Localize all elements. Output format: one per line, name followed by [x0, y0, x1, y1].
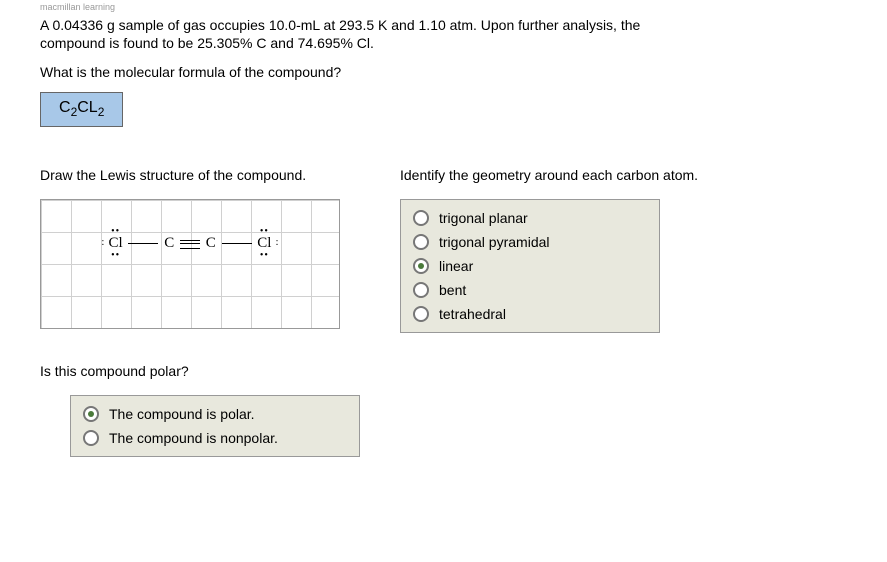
- atom-c-left: C: [164, 235, 174, 251]
- lone-pair-icon: :: [276, 241, 279, 245]
- radio-button[interactable]: [83, 406, 99, 422]
- lewis-grid: [41, 200, 339, 328]
- single-bond-icon: [222, 243, 252, 244]
- lewis-structure: : •• •• Cl C C : •• •• Cl: [41, 235, 339, 252]
- cl-label: Cl: [109, 235, 123, 251]
- formula-value: C2CL2: [59, 99, 104, 116]
- geometry-option-label: trigonal pyramidal: [439, 234, 550, 250]
- polarity-option[interactable]: The compound is polar.: [81, 402, 349, 426]
- geometry-option[interactable]: tetrahedral: [411, 302, 649, 326]
- question-text: What is the molecular formula of the com…: [40, 64, 847, 80]
- single-bond-icon: [128, 243, 158, 244]
- formula-answer-box[interactable]: C2CL2: [40, 92, 123, 126]
- polarity-option[interactable]: The compound is nonpolar.: [81, 426, 349, 450]
- radio-button[interactable]: [83, 430, 99, 446]
- geometry-option[interactable]: trigonal planar: [411, 206, 649, 230]
- radio-button[interactable]: [413, 282, 429, 298]
- radio-button[interactable]: [413, 306, 429, 322]
- geometry-option-label: bent: [439, 282, 466, 298]
- geometry-options: trigonal planar trigonal pyramidal linear b…: [400, 199, 660, 333]
- atom-c-right: C: [206, 235, 216, 251]
- radio-button[interactable]: [413, 210, 429, 226]
- geometry-option[interactable]: linear: [411, 254, 649, 278]
- lone-pair-icon: ••: [260, 226, 269, 237]
- polarity-options: The compound is polar. The compound is no…: [70, 395, 360, 457]
- atom-cl-right: : •• •• Cl: [257, 235, 271, 252]
- cl-label: Cl: [257, 235, 271, 251]
- radio-button[interactable]: [413, 258, 429, 274]
- lone-pair-icon: ••: [111, 226, 120, 237]
- polarity-section-label: Is this compound polar?: [40, 363, 847, 379]
- problem-line1: A 0.04336 g sample of gas occupies 10.0-…: [40, 17, 640, 33]
- problem-line2: compound is found to be 25.305% C and 74…: [40, 35, 374, 51]
- geometry-option-label: linear: [439, 258, 473, 274]
- atom-cl-left: : •• •• Cl: [109, 235, 123, 252]
- lone-pair-icon: :: [102, 241, 105, 245]
- lewis-structure-canvas[interactable]: : •• •• Cl C C : •• •• Cl: [40, 199, 340, 329]
- geometry-option-label: trigonal planar: [439, 210, 528, 226]
- lewis-section-label: Draw the Lewis structure of the compound…: [40, 167, 340, 183]
- radio-button[interactable]: [413, 234, 429, 250]
- lone-pair-icon: ••: [111, 250, 120, 261]
- triple-bond-icon: [180, 243, 200, 244]
- geometry-option[interactable]: bent: [411, 278, 649, 302]
- lone-pair-icon: ••: [260, 250, 269, 261]
- geometry-section-label: Identify the geometry around each carbon…: [400, 167, 698, 183]
- geometry-option-label: tetrahedral: [439, 306, 506, 322]
- polarity-option-label: The compound is polar.: [109, 406, 255, 422]
- polarity-option-label: The compound is nonpolar.: [109, 430, 278, 446]
- problem-statement: A 0.04336 g sample of gas occupies 10.0-…: [40, 16, 847, 52]
- geometry-option[interactable]: trigonal pyramidal: [411, 230, 649, 254]
- header-fragment: macmillan learning: [40, 2, 115, 12]
